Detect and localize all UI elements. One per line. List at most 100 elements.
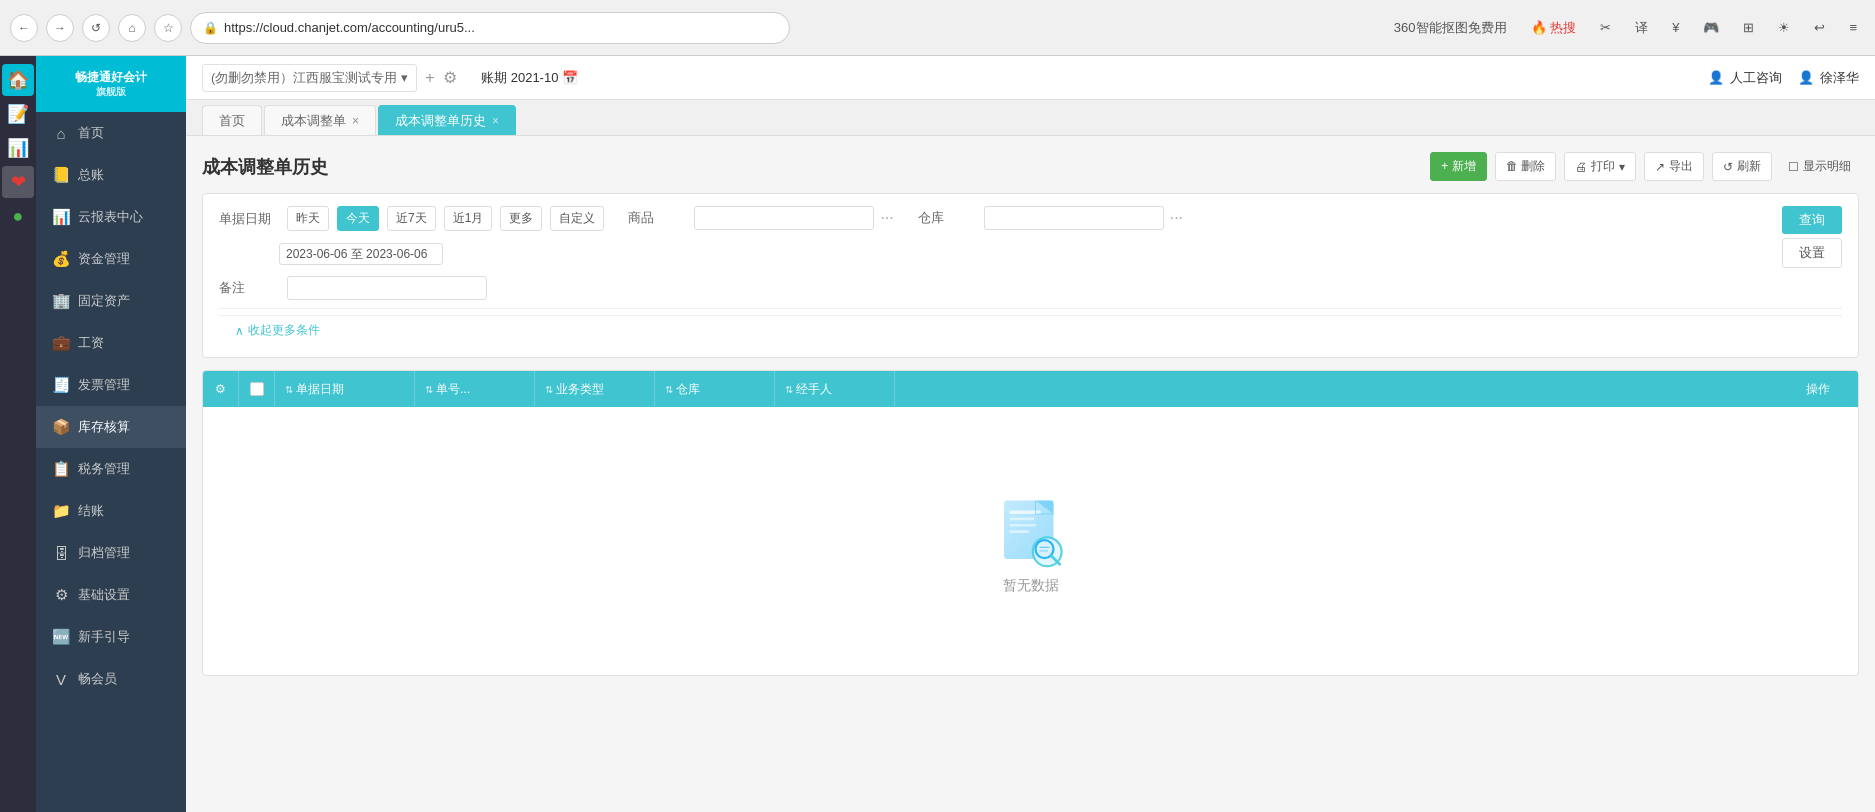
th-warehouse[interactable]: ⇅ 仓库	[655, 371, 775, 407]
funds-icon: 💰	[52, 250, 70, 268]
sidebar-item-reports[interactable]: 📊 云报表中心	[36, 196, 186, 238]
settings-tab-icon[interactable]: ⚙	[443, 68, 457, 87]
menu-toolbar-item[interactable]: ≡	[1841, 16, 1865, 39]
filter-date-more[interactable]: 更多	[500, 206, 542, 231]
filter-note-row: 备注	[219, 276, 1842, 300]
goods-dots[interactable]: ···	[880, 209, 893, 227]
company-selector[interactable]: (勿删勿禁用）江西服宝测试专用 ▾	[202, 64, 417, 92]
print-dropdown-icon: ▾	[1619, 160, 1625, 174]
sidebar-item-invoice[interactable]: 🧾 发票管理	[36, 364, 186, 406]
add-tab-button[interactable]: +	[425, 69, 434, 87]
search-toolbar-item[interactable]: 360智能抠图免费用	[1386, 15, 1515, 41]
note-filter-input[interactable]	[287, 276, 487, 300]
show-detail-toggle[interactable]: ☐ 显示明细	[1780, 153, 1859, 180]
sidebar-item-tax[interactable]: 📋 税务管理	[36, 448, 186, 490]
th-type[interactable]: ⇅ 业务类型	[535, 371, 655, 407]
th-sort-icon-date: ⇅	[285, 384, 293, 395]
th-gear[interactable]: ⚙	[203, 371, 239, 407]
sidebar-item-archive[interactable]: 🗄 归档管理	[36, 532, 186, 574]
ledger-icon: 📒	[52, 166, 70, 184]
back-button[interactable]: ←	[10, 14, 38, 42]
warehouse-dots[interactable]: ···	[1170, 209, 1183, 227]
translate-toolbar-item[interactable]: 译	[1627, 15, 1656, 41]
user-profile[interactable]: 👤 徐泽华	[1798, 69, 1859, 87]
home-button[interactable]: ⌂	[118, 14, 146, 42]
new-button[interactable]: + 新增	[1430, 152, 1486, 181]
filter-date-7days[interactable]: 近7天	[387, 206, 436, 231]
sidebar-item-funds[interactable]: 💰 资金管理	[36, 238, 186, 280]
tab-home[interactable]: 首页	[202, 105, 262, 135]
reports-icon: 📊	[52, 208, 70, 226]
sidebar-item-payroll[interactable]: 💼 工资	[36, 322, 186, 364]
checkbox-icon: ☐	[1788, 160, 1799, 174]
refresh-button[interactable]: ↺ 刷新	[1712, 152, 1772, 181]
th-date[interactable]: ⇅ 单据日期	[275, 371, 415, 407]
sidebar-item-member[interactable]: V 畅会员	[36, 658, 186, 700]
warehouse-filter-input[interactable]	[984, 206, 1164, 230]
th-person[interactable]: ⇅ 经手人	[775, 371, 895, 407]
refresh-button[interactable]: ↺	[82, 14, 110, 42]
sidebar-item-settings[interactable]: ⚙ 基础设置	[36, 574, 186, 616]
url-bar[interactable]: 🔒 https://cloud.chanjet.com/accounting/u…	[190, 12, 790, 44]
wallet-toolbar-item[interactable]: ¥	[1664, 16, 1687, 39]
game-toolbar-item[interactable]: 🎮	[1695, 16, 1727, 39]
rail-item-4[interactable]: ❤	[2, 166, 34, 198]
grid-toolbar-item[interactable]: ⊞	[1735, 16, 1762, 39]
tab-cost-adjust-history-close[interactable]: ×	[492, 114, 499, 128]
date-filter-label: 单据日期	[219, 210, 279, 228]
empty-state: 暂无数据	[203, 407, 1858, 675]
export-button[interactable]: ↗ 导出	[1644, 152, 1704, 181]
collapse-filter-button[interactable]: ∧ 收起更多条件	[219, 315, 1842, 345]
select-all-checkbox[interactable]	[250, 382, 264, 396]
set-button[interactable]: 设置	[1782, 238, 1842, 268]
export-icon: ↗	[1655, 160, 1665, 174]
print-button[interactable]: 🖨 打印 ▾	[1564, 152, 1636, 181]
tab-cost-adjust-label: 成本调整单	[281, 112, 346, 130]
tab-cost-adjust-history[interactable]: 成本调整单历史 ×	[378, 105, 516, 135]
th-sort-icon-person: ⇅	[785, 384, 793, 395]
tab-cost-adjust[interactable]: 成本调整单 ×	[264, 105, 376, 135]
payroll-icon: 💼	[52, 334, 70, 352]
svg-rect-3	[1009, 524, 1036, 527]
sidebar-logo: 畅捷通好会计 旗舰版	[36, 56, 186, 112]
th-num[interactable]: ⇅ 单号...	[415, 371, 535, 407]
sidebar-item-home[interactable]: ⌂ 首页	[36, 112, 186, 154]
table-container: ⚙ ⇅ 单据日期 ⇅ 单号... ⇅ 业务类型	[202, 370, 1859, 676]
sidebar-item-period-end[interactable]: 📁 结账	[36, 490, 186, 532]
rail-item-5[interactable]: ●	[2, 200, 34, 232]
refresh-icon: ↺	[1723, 160, 1733, 174]
browser-toolbar-right: 360智能抠图免费用 🔥 热搜 ✂ 译 ¥ 🎮 ⊞ ☀ ↩ ≡	[1386, 15, 1865, 41]
rail-item-active[interactable]: 🏠	[2, 64, 34, 96]
filter-date-1month[interactable]: 近1月	[444, 206, 493, 231]
cut-toolbar-item[interactable]: ✂	[1592, 16, 1619, 39]
goods-filter-input[interactable]	[694, 206, 874, 230]
undo-toolbar-item[interactable]: ↩	[1806, 16, 1833, 39]
filter-date-today[interactable]: 今天	[337, 206, 379, 231]
filter-date-range-input[interactable]	[279, 243, 443, 265]
rail-item-3[interactable]: 📊	[2, 132, 34, 164]
filter-date-yesterday[interactable]: 昨天	[287, 206, 329, 231]
th-warehouse-label: 仓库	[676, 381, 700, 398]
browser-chrome: ← → ↺ ⌂ ☆ 🔒 https://cloud.chanjet.com/ac…	[0, 0, 1875, 56]
tab-cost-adjust-close[interactable]: ×	[352, 114, 359, 128]
filter-date-custom[interactable]: 自定义	[550, 206, 604, 231]
hot-search-item[interactable]: 🔥 热搜	[1523, 15, 1585, 41]
goods-filter-label: 商品	[628, 209, 688, 227]
sidebar-item-guide[interactable]: 🆕 新手引导	[36, 616, 186, 658]
sidebar-item-inventory[interactable]: 📦 库存核算	[36, 406, 186, 448]
sidebar-item-general-ledger[interactable]: 📒 总账	[36, 154, 186, 196]
th-check[interactable]	[239, 371, 275, 407]
page-title-row: 成本调整单历史 + 新增 🗑 删除 🖨 打印 ▾ ↗ 导出 ↺	[202, 152, 1859, 181]
filter-area: 单据日期 昨天 今天 近7天 近1月 更多 自定义	[202, 193, 1859, 358]
rail-item-2[interactable]: 📝	[2, 98, 34, 130]
delete-button[interactable]: 🗑 删除	[1495, 152, 1556, 181]
service-button[interactable]: 👤 人工咨询	[1708, 69, 1782, 87]
th-num-label: 单号...	[436, 381, 470, 398]
filter-date-range-row	[219, 243, 604, 265]
period-selector[interactable]: 账期 2021-10 📅	[481, 69, 579, 87]
sidebar-item-fixed-assets[interactable]: 🏢 固定资产	[36, 280, 186, 322]
sun-toolbar-item[interactable]: ☀	[1770, 16, 1798, 39]
forward-button[interactable]: →	[46, 14, 74, 42]
query-button[interactable]: 查询	[1782, 206, 1842, 234]
star-button[interactable]: ☆	[154, 14, 182, 42]
